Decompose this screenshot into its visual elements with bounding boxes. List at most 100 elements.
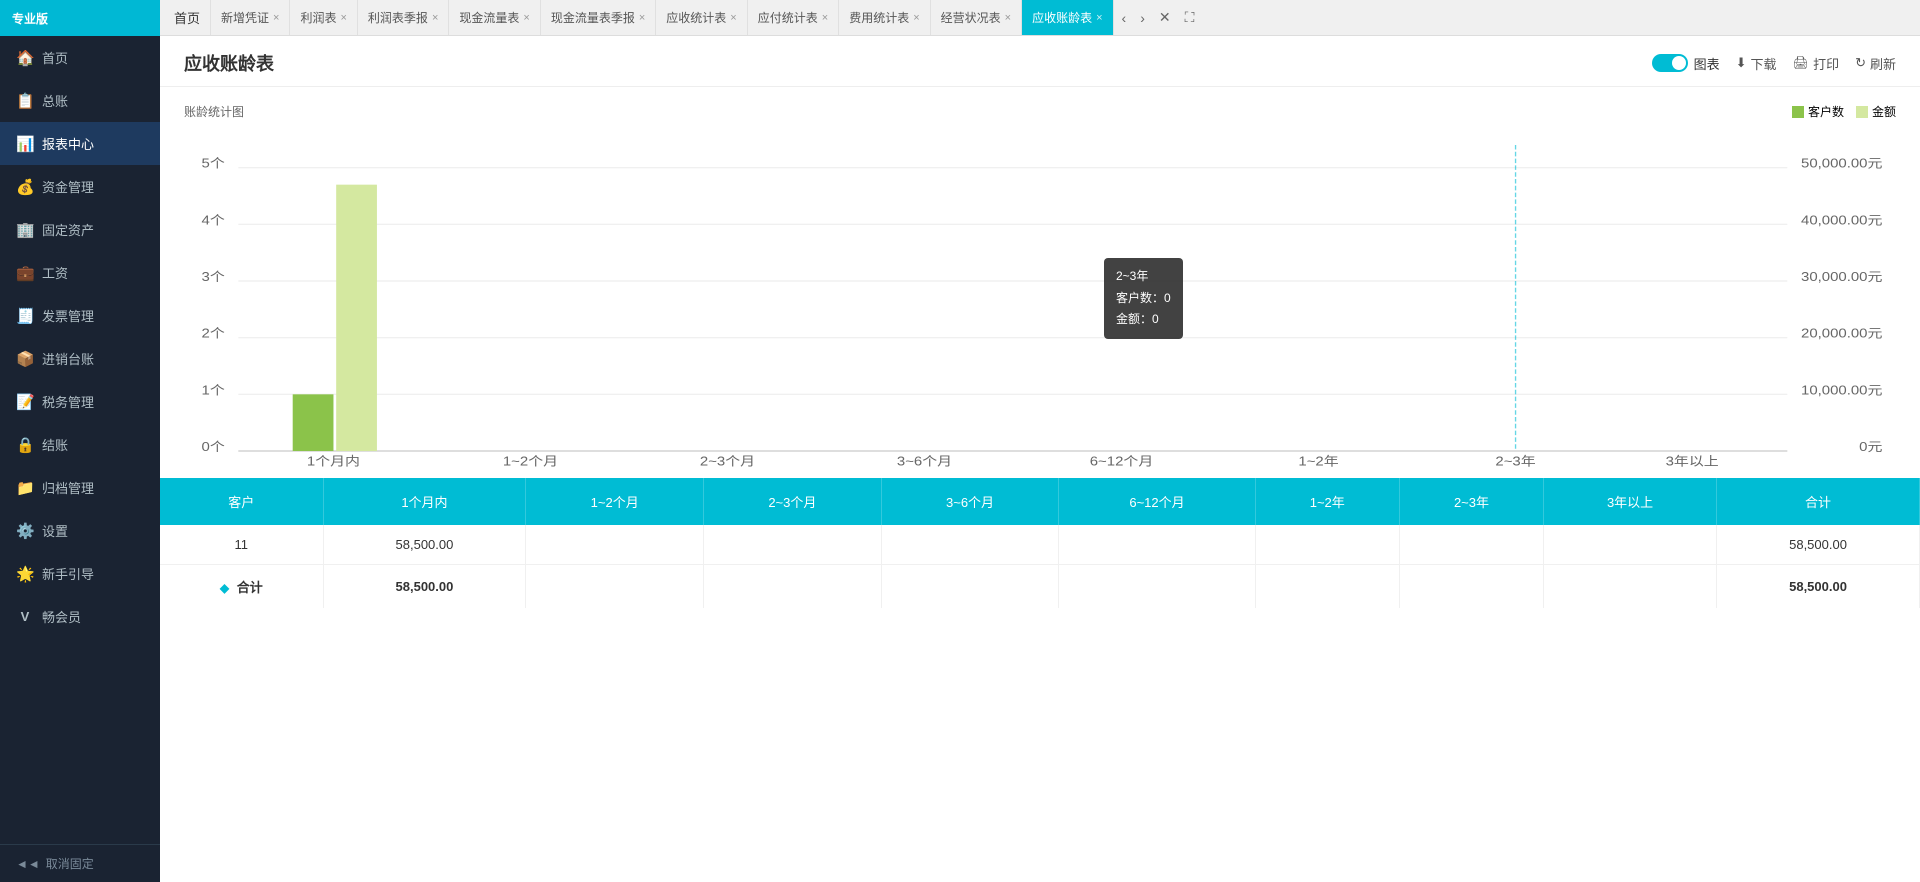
tab-business-status-close[interactable]: × <box>1005 12 1011 24</box>
tab-cashflow-quarter-close[interactable]: × <box>639 12 645 24</box>
sidebar-item-ledger[interactable]: 📋 总账 <box>0 79 160 122</box>
sidebar-item-label: 总账 <box>42 91 68 110</box>
col-y12: 1~2年 <box>1255 478 1399 525</box>
tab-next-btn[interactable]: › <box>1134 6 1151 30</box>
tab-ar-aging-close[interactable]: × <box>1096 12 1102 24</box>
sidebar-item-label: 税务管理 <box>42 392 94 411</box>
tab-business-status[interactable]: 经营状况表 × <box>931 0 1022 35</box>
col-y3plus: 3年以上 <box>1544 478 1717 525</box>
chart-toggle[interactable] <box>1652 54 1688 72</box>
svg-text:10,000.00元: 10,000.00元 <box>1801 383 1883 397</box>
tab-close-btn[interactable]: ✕ <box>1153 5 1177 30</box>
page-header: 应收账龄表 图表 ⬇ 下载 🖨 打印 ↻ 刷新 <box>160 36 1920 87</box>
sidebar-item-reports[interactable]: 📊 报表中心 <box>0 122 160 165</box>
tab-profit-close[interactable]: × <box>340 12 346 24</box>
download-label: 下载 <box>1751 54 1777 73</box>
table-area: 客户 1个月内 1~2个月 2~3个月 3~6个月 6~12个月 1~2年 2~… <box>160 478 1920 882</box>
sidebar-item-tax[interactable]: 📝 税务管理 <box>0 380 160 423</box>
tab-expense-stats[interactable]: 费用统计表 × <box>839 0 930 35</box>
funds-icon: 💰 <box>16 178 34 196</box>
tab-cashflow-close[interactable]: × <box>523 12 529 24</box>
sidebar-item-home[interactable]: 🏠 首页 <box>0 36 160 79</box>
tab-ap-stats-close[interactable]: × <box>822 12 828 24</box>
tab-new-voucher-close[interactable]: × <box>273 12 279 24</box>
sidebar-pin-toggle[interactable]: ◄◄ 取消固定 <box>0 844 160 882</box>
tab-cashflow-quarter[interactable]: 现金流量表季报 × <box>541 0 656 35</box>
sidebar-item-vip[interactable]: V 畅会员 <box>0 595 160 638</box>
tab-profit-label: 利润表 <box>300 9 336 26</box>
chart-title: 账龄统计图 <box>184 103 1896 120</box>
tab-ar-stats-close[interactable]: × <box>730 12 736 24</box>
tab-new-voucher[interactable]: 新增凭证 × <box>211 0 290 35</box>
sidebar-item-settings[interactable]: ⚙️ 设置 <box>0 509 160 552</box>
settings-icon: ⚙️ <box>16 522 34 540</box>
legend-amount-box <box>1856 106 1868 118</box>
logo: 专业版 <box>0 0 160 36</box>
page-title: 应收账龄表 <box>184 50 274 76</box>
sidebar-item-guide[interactable]: 🌟 新手引导 <box>0 552 160 595</box>
tab-profit-quarter-close[interactable]: × <box>432 12 438 24</box>
download-button[interactable]: ⬇ 下载 <box>1736 54 1777 73</box>
cell-y12 <box>1255 525 1399 565</box>
sidebar-item-stock[interactable]: 📦 进销台账 <box>0 337 160 380</box>
chart-legend: 客户数 金额 <box>1792 103 1896 120</box>
tab-cashflow[interactable]: 现金流量表 × <box>449 0 540 35</box>
sidebar-item-archive[interactable]: 📁 归档管理 <box>0 466 160 509</box>
sidebar-item-assets[interactable]: 🏢 固定资产 <box>0 208 160 251</box>
cell-m1: 58,500.00 <box>323 525 526 565</box>
sidebar-item-label: 畅会员 <box>42 607 81 626</box>
vip-icon: V <box>16 609 34 624</box>
cell-y23 <box>1399 525 1543 565</box>
col-y23: 2~3年 <box>1399 478 1543 525</box>
print-button[interactable]: 🖨 打印 <box>1793 54 1840 73</box>
table-footer-row: ◆ 合计 58,500.00 58,500.00 <box>160 565 1920 609</box>
col-m12: 1~2个月 <box>526 478 704 525</box>
legend-customer: 客户数 <box>1792 103 1844 120</box>
refresh-icon: ↻ <box>1855 55 1866 71</box>
svg-text:0个: 0个 <box>202 440 226 454</box>
sidebar-item-salary[interactable]: 💼 工资 <box>0 251 160 294</box>
legend-customer-label: 客户数 <box>1808 103 1844 120</box>
sidebar-item-label: 资金管理 <box>42 177 94 196</box>
tab-ar-aging[interactable]: 应收账龄表 × <box>1022 0 1113 35</box>
cell-customer: 11 <box>160 525 323 565</box>
footer-y12 <box>1255 565 1399 609</box>
tab-profit[interactable]: 利润表 × <box>290 0 357 35</box>
refresh-button[interactable]: ↻ 刷新 <box>1855 54 1896 73</box>
svg-text:2个: 2个 <box>202 327 226 341</box>
ledger-icon: 📋 <box>16 92 34 110</box>
sidebar-item-label: 设置 <box>42 521 68 540</box>
svg-text:1~2个月: 1~2个月 <box>503 455 558 468</box>
legend-customer-box <box>1792 106 1804 118</box>
svg-text:2~3年: 2~3年 <box>1495 455 1536 468</box>
logo-text: 专业版 <box>12 10 48 27</box>
guide-icon: 🌟 <box>16 565 34 583</box>
tab-maximize-btn[interactable]: ⛶ <box>1179 5 1201 30</box>
tab-prev-btn[interactable]: ‹ <box>1116 6 1133 30</box>
footer-y23 <box>1399 565 1543 609</box>
data-table: 客户 1个月内 1~2个月 2~3个月 3~6个月 6~12个月 1~2年 2~… <box>160 478 1920 608</box>
sidebar-item-funds[interactable]: 💰 资金管理 <box>0 165 160 208</box>
cell-m12 <box>526 525 704 565</box>
refresh-label: 刷新 <box>1870 54 1896 73</box>
sidebar-item-invoice[interactable]: 🧾 发票管理 <box>0 294 160 337</box>
tab-profit-quarter-label: 利润表季报 <box>368 9 428 26</box>
cell-m612 <box>1059 525 1255 565</box>
sidebar-item-close[interactable]: 🔒 结账 <box>0 423 160 466</box>
tab-nav-actions: ‹ › ✕ ⛶ <box>1116 5 1201 30</box>
sidebar-item-label: 报表中心 <box>42 134 94 153</box>
tab-new-voucher-label: 新增凭证 <box>221 9 269 26</box>
sidebar-item-label: 首页 <box>42 48 68 67</box>
cell-m23 <box>704 525 882 565</box>
svg-text:3个: 3个 <box>202 270 226 284</box>
download-icon: ⬇ <box>1736 55 1747 71</box>
tab-expense-stats-close[interactable]: × <box>913 12 919 24</box>
tab-profit-quarter[interactable]: 利润表季报 × <box>358 0 449 35</box>
stock-icon: 📦 <box>16 350 34 368</box>
tab-ar-stats[interactable]: 应收统计表 × <box>656 0 747 35</box>
tab-ap-stats[interactable]: 应付统计表 × <box>748 0 839 35</box>
tab-home[interactable]: 首页 <box>164 0 211 35</box>
col-m36: 3~6个月 <box>881 478 1059 525</box>
svg-text:1~2年: 1~2年 <box>1298 455 1339 468</box>
sidebar-item-label: 新手引导 <box>42 564 94 583</box>
